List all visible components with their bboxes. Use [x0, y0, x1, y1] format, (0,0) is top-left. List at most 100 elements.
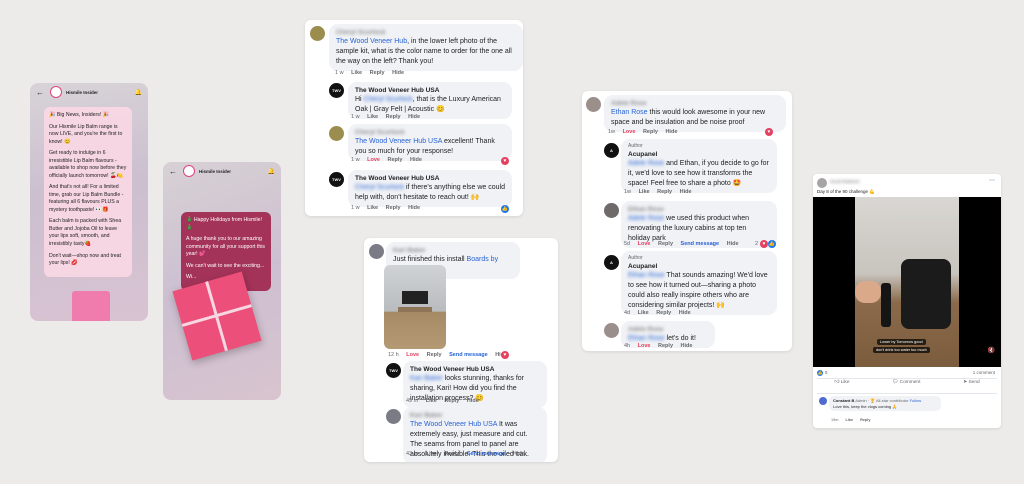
video-player[interactable]: Lower by Tomorrow good don't drink too w…: [813, 197, 1001, 367]
reply-button[interactable]: Reply: [387, 157, 402, 163]
mention-link[interactable]: Adele Rose: [628, 215, 664, 222]
hide-button[interactable]: Hide: [679, 310, 691, 316]
reply-button[interactable]: Reply: [657, 189, 672, 195]
timestamp: 19m: [831, 418, 839, 422]
reply-button[interactable]: Reply: [386, 114, 401, 120]
mention-link[interactable]: Kari Baker: [410, 375, 443, 382]
reply-bubble: Author Acupanel Ethan Rose That sounds a…: [621, 251, 777, 316]
mention-link[interactable]: The Wood Veneer Hub: [336, 38, 407, 45]
bell-icon[interactable]: 🔔: [268, 168, 275, 175]
divider: [817, 393, 997, 394]
install-photo[interactable]: [384, 265, 446, 349]
reply-button[interactable]: Reply: [444, 398, 459, 404]
reply-author[interactable]: The Wood Veneer Hub USA: [355, 86, 505, 95]
love-button[interactable]: Love: [367, 157, 380, 163]
comment-actions: 12 h Love Reply Send message Hide: [388, 352, 513, 358]
avatar: [604, 203, 619, 218]
like-button[interactable]: Like: [845, 418, 853, 422]
post-comment-bubble: Constant B Admin · 🏆 All-star contributo…: [829, 396, 941, 412]
mention-link[interactable]: The Wood Veneer Hub USA: [410, 421, 497, 428]
hide-button[interactable]: Hide: [665, 129, 677, 135]
reply-author[interactable]: Acupanel: [628, 150, 770, 159]
comment-text: let's do it!: [664, 335, 696, 343]
mention-link[interactable]: Cheryl Scurlock: [364, 96, 413, 103]
more-options-icon[interactable]: ⋯: [989, 177, 995, 184]
volume-icon[interactable]: 🔇: [988, 347, 995, 354]
love-button[interactable]: Love: [638, 241, 651, 247]
back-arrow-icon[interactable]: ←: [36, 88, 44, 97]
comment-author[interactable]: Ethan Rose: [628, 205, 770, 214]
like-button[interactable]: Like: [351, 70, 362, 76]
timestamp: 1 w: [351, 205, 360, 211]
mention-link[interactable]: Ethan Rose: [628, 272, 665, 279]
hide-button[interactable]: Hide: [392, 70, 404, 76]
mention-link[interactable]: Cheryl Scurlock: [355, 184, 404, 191]
hide-button[interactable]: Hide: [408, 205, 420, 211]
reply-button[interactable]: Reply: [386, 205, 401, 211]
hide-button[interactable]: Hide: [467, 398, 479, 404]
comment-count[interactable]: 1 comment: [973, 370, 995, 375]
love-button[interactable]: Love: [623, 129, 636, 135]
comment-thread-veneer-cheryl: Cheryl Scurlock The Wood Veneer Hub, in …: [305, 20, 523, 216]
tv-screen: [402, 291, 428, 304]
reply-author[interactable]: The Wood Veneer Hub USA: [410, 365, 540, 374]
like-button[interactable]: Like: [638, 310, 649, 316]
reply-button[interactable]: Reply: [656, 310, 671, 316]
story-phone-2: ← Hismile Insider 🔔 🎄 Happy Holidays fro…: [163, 162, 281, 400]
like-button[interactable]: Like: [367, 205, 378, 211]
hide-button[interactable]: Hide: [681, 343, 693, 349]
comment-author[interactable]: Cheryl Scurlock: [355, 128, 505, 137]
video-caption-2: don't drink too water too much: [873, 347, 930, 353]
reply-button[interactable]: Reply: [658, 343, 673, 349]
reaction-count: 5: [825, 370, 828, 375]
heart-reaction-icon: ♥: [501, 351, 509, 359]
reply-button[interactable]: Reply: [658, 241, 673, 247]
timestamp: 1w: [608, 129, 616, 135]
reply-button[interactable]: Reply: [860, 418, 870, 422]
reply-button[interactable]: Reply: [643, 129, 658, 135]
reply-author[interactable]: Acupanel: [628, 262, 770, 271]
bell-icon[interactable]: 🔔: [135, 89, 142, 96]
send-message-button[interactable]: Send message: [681, 241, 720, 247]
send-message-button[interactable]: Send message: [467, 451, 506, 457]
timestamp: 12 h: [388, 352, 399, 358]
like-button[interactable]: Like: [426, 451, 437, 457]
love-button[interactable]: Love: [638, 343, 651, 349]
video-post-card: Scott Roberts ⋯ Day 8 of the 90 challeng…: [813, 174, 1001, 428]
mention-link[interactable]: Ethan Rose: [611, 109, 648, 116]
reply-button[interactable]: Reply: [444, 451, 459, 457]
reply-button[interactable]: Reply: [427, 352, 442, 358]
hide-button[interactable]: Hide: [513, 451, 525, 457]
reply-button[interactable]: Reply: [370, 70, 385, 76]
comment-author[interactable]: Adele Rose: [611, 99, 779, 108]
reply-author[interactable]: The Wood Veneer Hub USA: [355, 174, 505, 183]
back-arrow-icon[interactable]: ←: [169, 167, 177, 176]
mention-link[interactable]: Ethan Rose: [628, 335, 665, 342]
hide-button[interactable]: Hide: [408, 114, 420, 120]
tv-cabinet: [398, 307, 432, 312]
message-line: 🎉 Big News, Insiders! 🎉: [49, 112, 110, 118]
like-button[interactable]: Like: [367, 114, 378, 120]
comment-author[interactable]: Kari Baker: [410, 411, 540, 420]
mention-link[interactable]: The Wood Veneer Hub USA: [355, 138, 442, 145]
comment-button[interactable]: 💬︎ Comment: [892, 380, 920, 392]
like-button[interactable]: Like: [639, 189, 650, 195]
like-button[interactable]: 👍︎ Like: [834, 380, 849, 392]
comment-author[interactable]: Constant B: [833, 398, 854, 403]
comment-author[interactable]: Cheryl Scurlock: [336, 28, 516, 37]
hide-button[interactable]: Hide: [680, 189, 692, 195]
comment-author[interactable]: Adele Rose: [628, 325, 708, 334]
avatar: TWV: [329, 83, 344, 98]
send-message-button[interactable]: Send message: [449, 352, 488, 358]
follow-link[interactable]: Follow: [910, 398, 922, 403]
thumbs-up-icon: 👍︎: [834, 380, 840, 385]
hide-button[interactable]: Hide: [410, 157, 422, 163]
mention-link[interactable]: Adele Rose: [628, 160, 664, 167]
post-author[interactable]: Scott Roberts: [830, 179, 860, 184]
comment-author[interactable]: Kari Baker: [393, 246, 513, 255]
love-button[interactable]: Love: [406, 352, 419, 358]
like-button[interactable]: Like: [426, 398, 437, 404]
send-button[interactable]: ➤ Send: [963, 380, 980, 392]
avatar: A: [604, 143, 619, 158]
hide-button[interactable]: Hide: [727, 241, 739, 247]
